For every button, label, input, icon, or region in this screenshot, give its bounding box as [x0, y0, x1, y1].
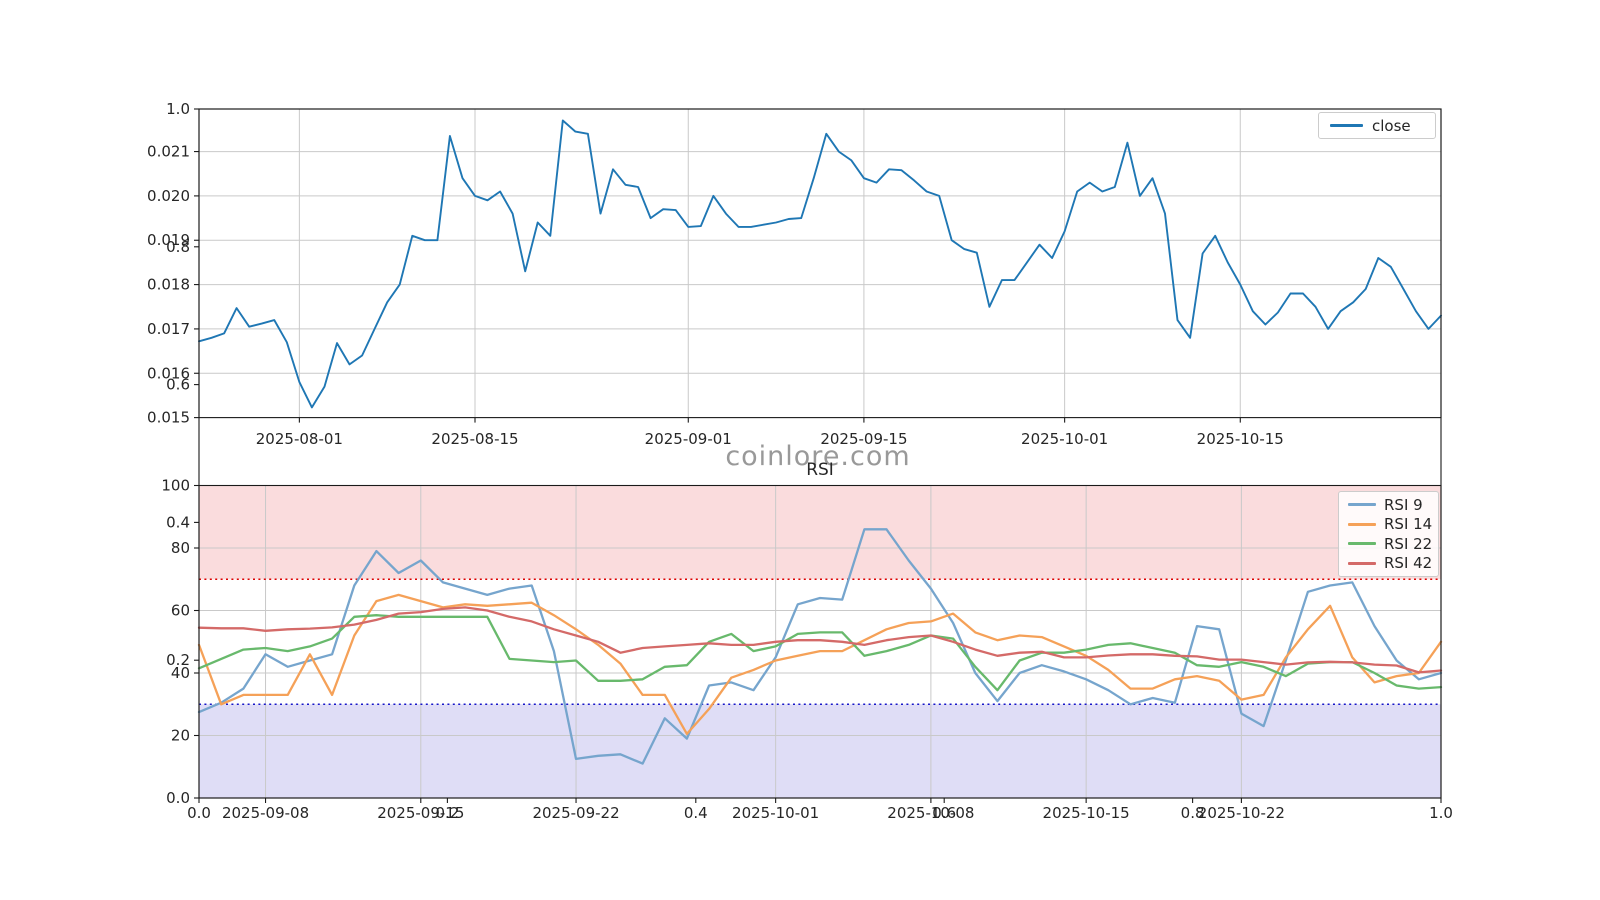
- legend-item-rsi42: RSI 42: [1348, 554, 1438, 572]
- svg-text:0.6: 0.6: [932, 804, 956, 822]
- svg-text:0.017: 0.017: [147, 320, 190, 338]
- svg-text:0.4: 0.4: [166, 513, 190, 531]
- svg-text:0.021: 0.021: [147, 143, 190, 161]
- svg-text:80: 80: [171, 539, 190, 557]
- svg-text:2025-10-22: 2025-10-22: [1198, 804, 1285, 822]
- chart-figure: 0.015 0.016 0.017 0.018 0.019 0.020 0.021 2025-…: [0, 0, 1600, 900]
- svg-text:2025-10-01: 2025-10-01: [732, 804, 819, 822]
- svg-text:0.020: 0.020: [147, 187, 190, 205]
- legend-close: close: [1318, 112, 1436, 139]
- rsi-panel: 204060801002025-09-08 2025-09-15 2025-09-2…: [161, 477, 1443, 822]
- legend-rsi: RSI 9 RSI 14 RSI 22 RSI 42: [1338, 491, 1439, 577]
- svg-text:2025-09-08: 2025-09-08: [222, 804, 309, 822]
- close-line-swatch: [1330, 124, 1363, 127]
- svg-text:0.8: 0.8: [1181, 804, 1205, 822]
- price-panel: 0.0150.0160.0170.0180.0190.0200.0212025-…: [147, 108, 1442, 448]
- rsi-panel-title: RSI: [806, 460, 834, 480]
- legend-item-rsi22: RSI 22: [1348, 535, 1438, 553]
- rsi9-line-swatch: [1348, 503, 1376, 507]
- svg-text:1.0: 1.0: [166, 100, 190, 118]
- svg-text:0.6: 0.6: [166, 376, 190, 394]
- svg-text:1.0: 1.0: [1429, 804, 1453, 822]
- legend-item-rsi9: RSI 9: [1348, 496, 1438, 514]
- legend-label-rsi42: RSI 42: [1384, 554, 1433, 573]
- rsi22-line-swatch: [1348, 542, 1376, 546]
- svg-text:0.018: 0.018: [147, 276, 190, 294]
- legend-label-rsi22: RSI 22: [1384, 534, 1433, 553]
- svg-text:0.0: 0.0: [187, 804, 211, 822]
- svg-text:2025-09-22: 2025-09-22: [532, 804, 619, 822]
- rsi42-line-swatch: [1348, 561, 1376, 565]
- rsi14-line-swatch: [1348, 522, 1376, 526]
- legend-label-rsi9: RSI 9: [1384, 495, 1423, 514]
- legend-label-rsi14: RSI 14: [1384, 515, 1433, 534]
- svg-text:2025-10-08: 2025-10-08: [887, 804, 974, 822]
- legend-item-rsi14: RSI 14: [1348, 515, 1438, 533]
- legend-label-close: close: [1372, 116, 1411, 135]
- svg-text:0.2: 0.2: [435, 804, 459, 822]
- svg-text:0.015: 0.015: [147, 409, 190, 427]
- svg-text:0.4: 0.4: [684, 804, 708, 822]
- svg-text:60: 60: [171, 602, 190, 620]
- svg-text:0.2: 0.2: [166, 651, 190, 669]
- svg-text:2025-10-15: 2025-10-15: [1043, 804, 1130, 822]
- svg-text:0.8: 0.8: [166, 238, 190, 256]
- svg-text:20: 20: [171, 727, 190, 745]
